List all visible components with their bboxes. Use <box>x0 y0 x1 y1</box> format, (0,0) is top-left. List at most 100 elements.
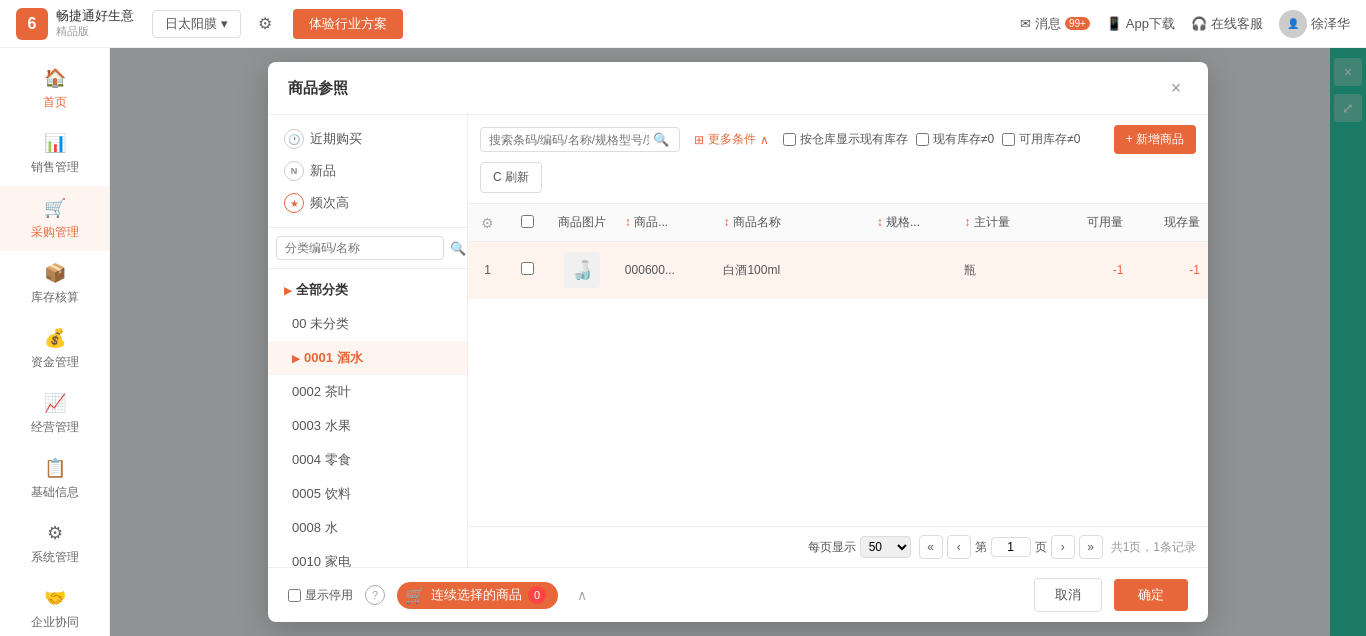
sidebar-item-inventory[interactable]: 📦 库存核算 <box>0 251 109 316</box>
row-code: 000600... <box>617 242 716 299</box>
col-img-header: 商品图片 <box>547 204 617 242</box>
category-item-00[interactable]: 00 未分类 <box>268 307 467 341</box>
row-checkbox-cell <box>507 242 546 299</box>
current-stock-checkbox[interactable] <box>916 133 929 146</box>
category-item-0004[interactable]: 0004 零食 <box>268 443 467 477</box>
sidebar-item-finance[interactable]: 💰 资金管理 <box>0 316 109 381</box>
help-icon[interactable]: ? <box>365 585 385 605</box>
refresh-button[interactable]: C 刷新 <box>480 162 542 193</box>
avatar: 👤 <box>1279 10 1307 38</box>
search-icon[interactable]: 🔍 <box>653 132 669 147</box>
shortcut-new[interactable]: N 新品 <box>276 155 459 187</box>
next-page-button[interactable]: › <box>1051 535 1075 559</box>
available-stock-filter-label[interactable]: 可用库存≠0 <box>1002 131 1080 148</box>
category-search: 🔍 <box>268 228 467 269</box>
col-checkbox-header <box>507 204 546 242</box>
sidebar-item-sales[interactable]: 📊 销售管理 <box>0 121 109 186</box>
shortcut-frequent[interactable]: ★ 频次高 <box>276 187 459 219</box>
product-data-table: ⚙ 商品图片 <box>468 204 1208 299</box>
row-stock: -1 <box>1131 242 1208 299</box>
active-arrow-icon: ▶ <box>292 353 300 364</box>
logo-text: 畅捷通好生意 <box>56 8 134 25</box>
show-disabled-label[interactable]: 显示停用 <box>288 587 353 604</box>
home-icon: 🏠 <box>43 66 67 90</box>
sidebar-item-enterprise[interactable]: 🤝 企业协同 <box>0 576 109 636</box>
cancel-button[interactable]: 取消 <box>1034 578 1102 612</box>
store-selector[interactable]: 日太阳膜 ▾ <box>152 10 241 38</box>
warehouse-filter-checkbox[interactable] <box>783 133 796 146</box>
chevron-down-icon: ▾ <box>221 16 228 31</box>
category-panel: 🕐 近期购买 N 新品 ★ 频次高 <box>268 115 468 567</box>
category-item-0002[interactable]: 0002 茶叶 <box>268 375 467 409</box>
cart-area[interactable]: 🛒 连续选择的商品 0 <box>397 582 558 609</box>
confirm-button[interactable]: 确定 <box>1114 579 1188 611</box>
filter-button[interactable]: ⊞ 更多条件 ∧ <box>688 127 775 152</box>
add-product-button[interactable]: + 新增商品 <box>1114 125 1196 154</box>
category-item-all[interactable]: ▶ 全部分类 <box>268 273 467 307</box>
category-item-0001[interactable]: ▶ 0001 酒水 <box>268 341 467 375</box>
collapse-button[interactable]: ∧ <box>570 583 594 607</box>
modal-body: 🕐 近期购买 N 新品 ★ 频次高 <box>268 115 1208 567</box>
star-icon: ★ <box>284 193 304 213</box>
sidebar-item-basic-info[interactable]: 📋 基础信息 <box>0 446 109 511</box>
table-row[interactable]: 1 🍶 000600... <box>468 242 1208 299</box>
modal-close-button[interactable]: × <box>1164 76 1188 100</box>
sidebar-item-system[interactable]: ⚙ 系统管理 <box>0 511 109 576</box>
inventory-icon: 📦 <box>43 261 67 285</box>
expand-arrow-icon: ▶ <box>284 285 292 296</box>
sales-icon: 📊 <box>43 131 67 155</box>
page-size-dropdown[interactable]: 10 20 50 100 <box>860 536 911 558</box>
category-search-icon[interactable]: 🔍 <box>450 241 466 256</box>
sidebar-item-purchase[interactable]: 🛒 采购管理 <box>0 186 109 251</box>
category-item-0005[interactable]: 0005 饮料 <box>268 477 467 511</box>
col-code-header: ↕ 商品... <box>617 204 716 242</box>
row-spec <box>869 242 957 299</box>
select-all-checkbox[interactable] <box>521 215 534 228</box>
product-search-box: 🔍 <box>480 127 680 152</box>
warehouse-filter-label[interactable]: 按仓库显示现有库存 <box>783 131 908 148</box>
sort-icon: ↕ <box>625 215 631 229</box>
sidebar-item-management[interactable]: 📈 经营管理 <box>0 381 109 446</box>
row-img-cell: 🍶 <box>547 242 617 299</box>
sort-unit-icon: ↕ <box>964 215 970 229</box>
online-service-item[interactable]: 🎧 在线客服 <box>1191 15 1263 33</box>
first-page-button[interactable]: « <box>919 535 943 559</box>
col-unit-header: ↕ 主计量 <box>956 204 1033 242</box>
message-icon: ✉ <box>1020 16 1031 31</box>
category-search-input[interactable] <box>276 236 444 260</box>
show-disabled-checkbox[interactable] <box>288 589 301 602</box>
messages-nav-item[interactable]: ✉ 消息 99+ <box>1020 15 1090 33</box>
row-name: 白酒100ml <box>715 242 868 299</box>
modal: 商品参照 × 🕐 近期购买 <box>268 62 1208 622</box>
category-list: ▶ 全部分类 00 未分类 ▶ 0001 酒水 0002 茶 <box>268 269 467 567</box>
page-number-input[interactable] <box>991 537 1031 557</box>
nav-right: ✉ 消息 99+ 📱 App下载 🎧 在线客服 👤 徐泽华 <box>1020 10 1350 38</box>
cart-icon: 🛒 <box>405 586 425 605</box>
user-profile-item[interactable]: 👤 徐泽华 <box>1279 10 1350 38</box>
last-page-button[interactable]: » <box>1079 535 1103 559</box>
available-stock-checkbox[interactable] <box>1002 133 1015 146</box>
trial-button[interactable]: 体验行业方案 <box>293 9 403 39</box>
table-header-row: ⚙ 商品图片 <box>468 204 1208 242</box>
prev-page-button[interactable]: ‹ <box>947 535 971 559</box>
current-stock-filter-label[interactable]: 现有库存≠0 <box>916 131 994 148</box>
logo-area: 6 畅捷通好生意 精品版 <box>16 8 136 40</box>
product-search-input[interactable] <box>489 133 649 147</box>
category-item-0010[interactable]: 0010 家电 <box>268 545 467 567</box>
category-item-0008[interactable]: 0008 水 <box>268 511 467 545</box>
page-label: 第 <box>975 539 987 556</box>
shortcut-recent[interactable]: 🕐 近期购买 <box>276 123 459 155</box>
col-stock-header: 现存量 <box>1131 204 1208 242</box>
settings-icon[interactable]: ⚙ <box>249 8 281 40</box>
row-checkbox[interactable] <box>521 262 534 275</box>
top-nav: 6 畅捷通好生意 精品版 日太阳膜 ▾ ⚙ 体验行业方案 ✉ 消息 99+ 📱 … <box>0 0 1366 48</box>
filter-icon: ⊞ <box>694 133 704 147</box>
product-image: 🍶 <box>564 252 600 288</box>
category-item-0003[interactable]: 0003 水果 <box>268 409 467 443</box>
logo-badge: 精品版 <box>56 24 134 39</box>
basic-info-icon: 📋 <box>43 456 67 480</box>
app-download-item[interactable]: 📱 App下载 <box>1106 15 1175 33</box>
product-table-body: 1 🍶 000600... <box>468 242 1208 299</box>
sidebar-item-home[interactable]: 🏠 首页 <box>0 56 109 121</box>
category-shortcuts: 🕐 近期购买 N 新品 ★ 频次高 <box>268 115 467 228</box>
